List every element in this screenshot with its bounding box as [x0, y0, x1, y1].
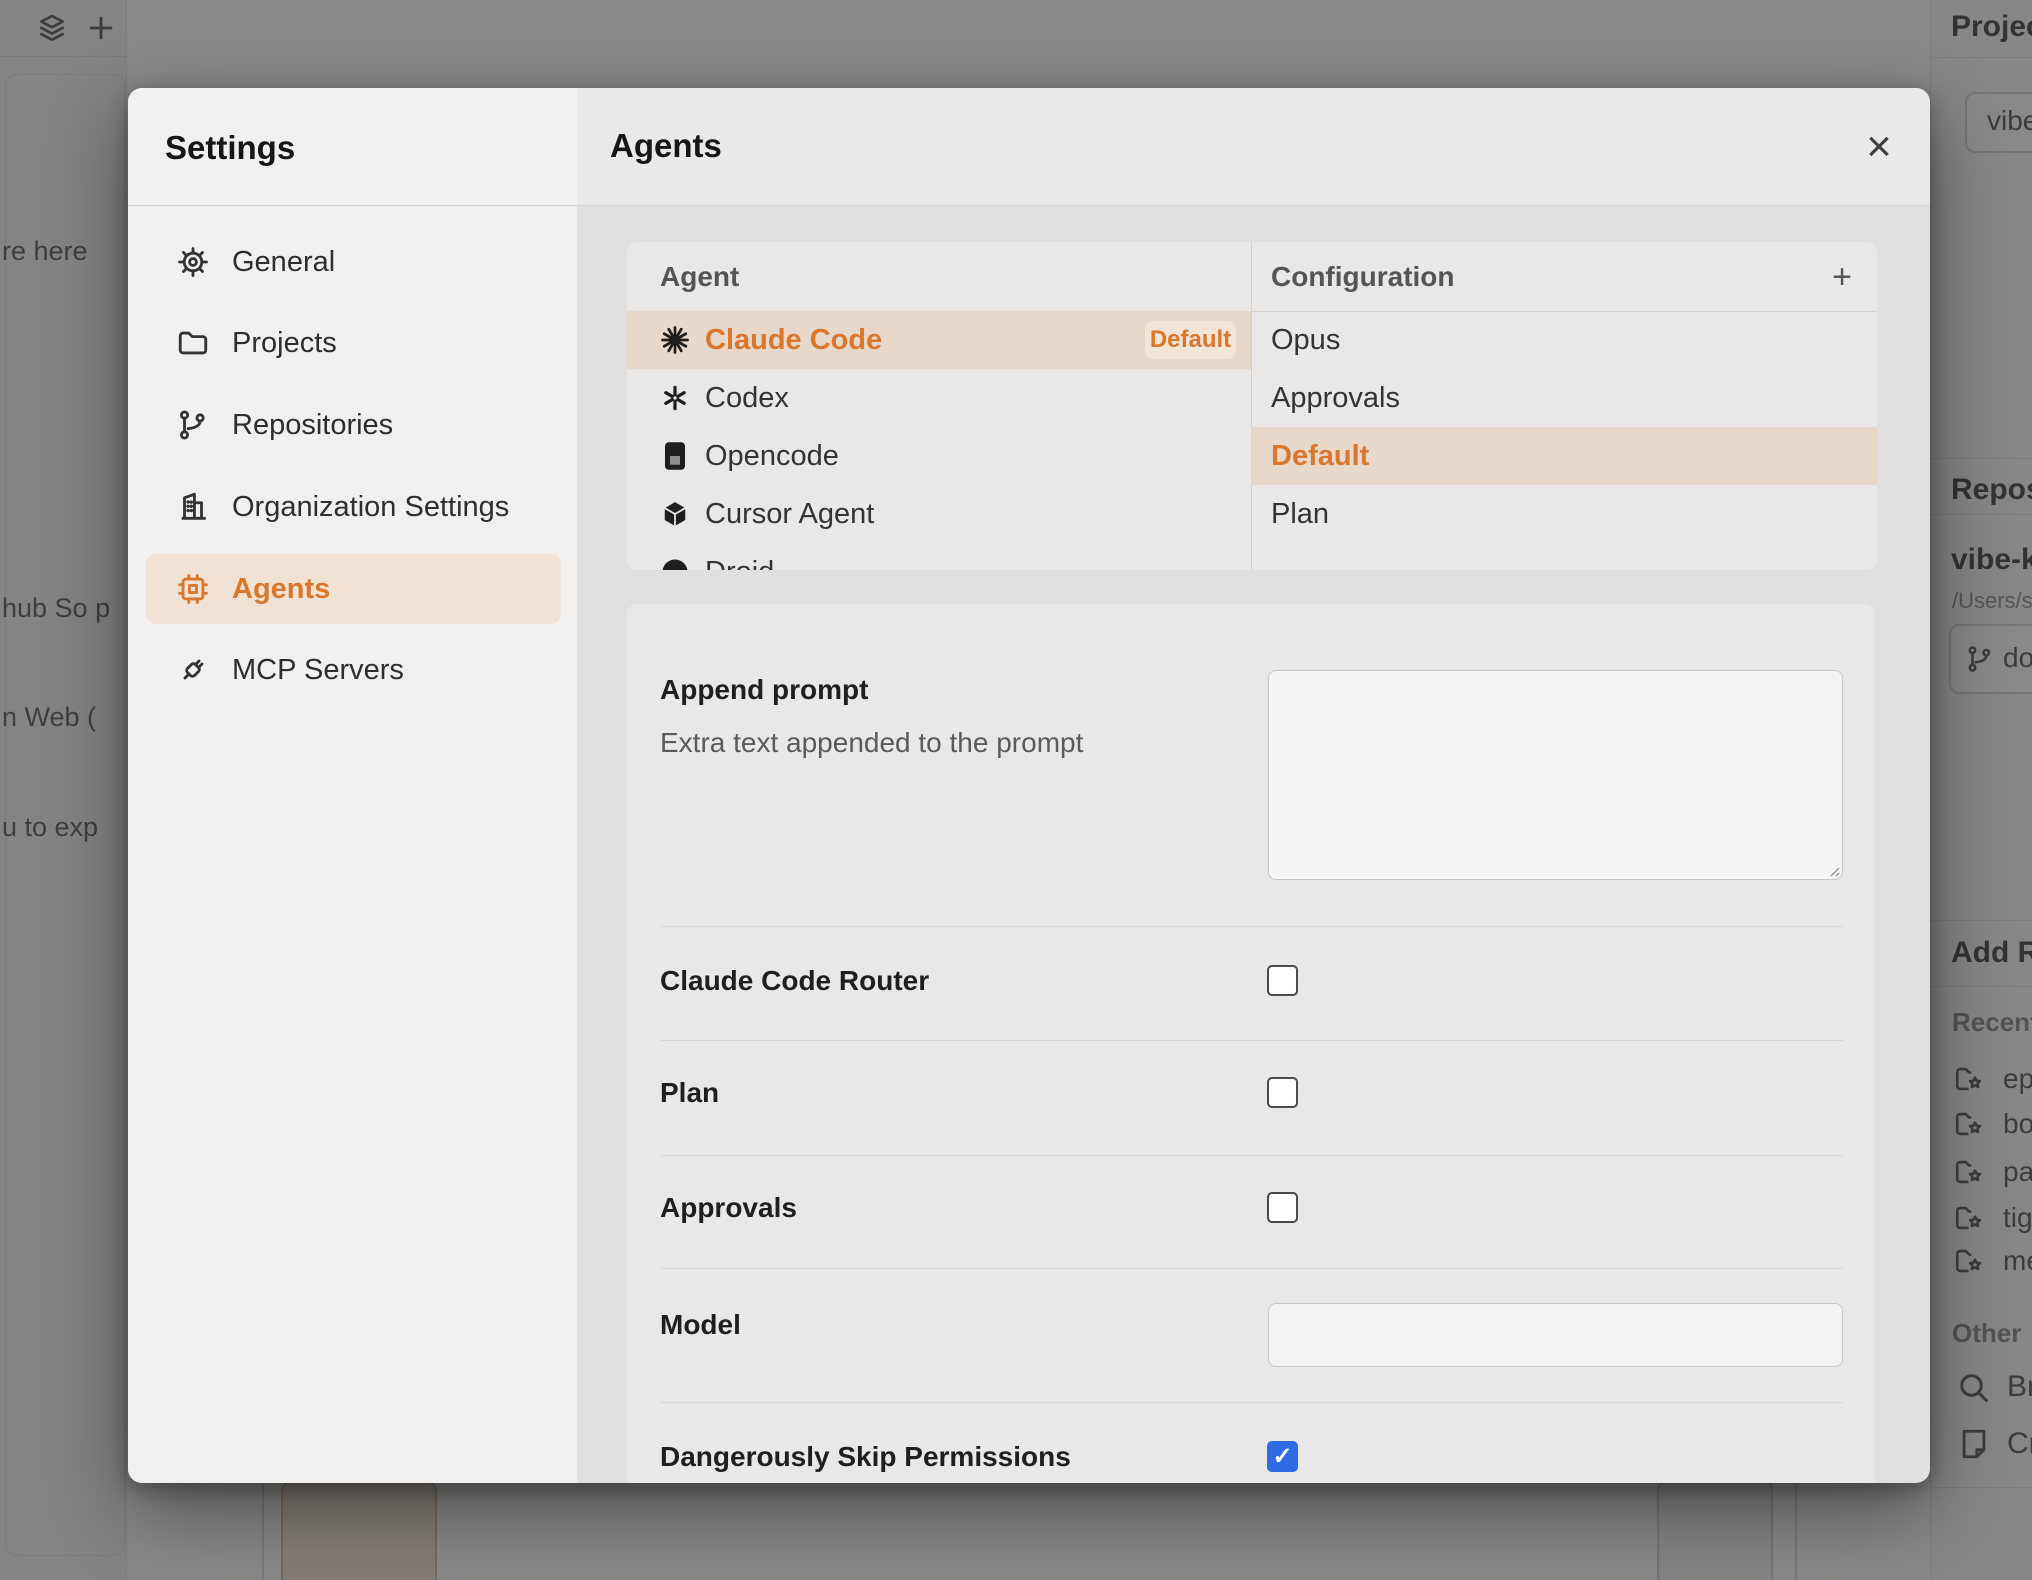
cpu-icon [176, 572, 210, 606]
form-divider [660, 1040, 1843, 1041]
settings-title: Settings [165, 118, 295, 178]
append-prompt-label: Append prompt [660, 670, 868, 710]
config-name: Plan [1271, 498, 1329, 531]
page-title: Agents [610, 116, 722, 176]
form-divider [660, 926, 1843, 927]
agent-column-header: Agent [660, 242, 739, 311]
sidebar-item-label: Organization Settings [232, 491, 509, 524]
folder-icon [176, 326, 210, 360]
default-badge: Default [1145, 321, 1236, 359]
opencode-logo-icon [662, 441, 688, 471]
sidebar-item-label: MCP Servers [232, 654, 404, 687]
config-name: Approvals [1271, 382, 1400, 415]
plug-icon [176, 653, 210, 687]
agent-name: Droid [705, 556, 774, 571]
sidebar-item-label: Repositories [232, 409, 393, 442]
agent-row-cursor-agent[interactable]: Cursor Agent [627, 485, 1251, 543]
skip-permissions-label: Dangerously Skip Permissions [660, 1437, 1071, 1477]
modal-header: Agents × [577, 88, 1930, 205]
claude-code-router-label: Claude Code Router [660, 961, 929, 1001]
config-column-header: Configuration [1271, 242, 1455, 311]
append-prompt-textarea[interactable] [1268, 670, 1843, 880]
sidebar-item-projects[interactable]: Projects [146, 308, 561, 378]
building-icon [176, 490, 210, 524]
claude-starburst-icon [660, 325, 690, 355]
agent-name: Opencode [705, 440, 839, 473]
sidebar-item-agents[interactable]: Agents [146, 554, 561, 624]
agents-table: Agent Configuration + Claude Code Defaul… [627, 242, 1877, 570]
agent-row-opencode[interactable]: Opencode [627, 427, 1251, 485]
agent-name: Claude Code [705, 324, 882, 357]
sidebar-item-label: General [232, 246, 335, 279]
screen: re here hub So p n Web ( u to exp Descri… [0, 0, 2032, 1580]
sidebar-item-label: Agents [232, 573, 330, 606]
approvals-label: Approvals [660, 1188, 797, 1228]
form-divider [660, 1268, 1843, 1269]
agent-row-claude-code[interactable]: Claude Code Default [627, 311, 1251, 369]
agent-row-codex[interactable]: Codex [627, 369, 1251, 427]
config-form: Append prompt Extra text appended to the… [627, 604, 1875, 1483]
approvals-checkbox[interactable] [1267, 1192, 1298, 1223]
openai-logo-icon [660, 383, 690, 413]
sidebar-item-repositories[interactable]: Repositories [146, 390, 561, 460]
sidebar-item-label: Projects [232, 327, 337, 360]
resize-grip-icon[interactable] [1825, 862, 1869, 1483]
sidebar-item-organization-settings[interactable]: Organization Settings [146, 472, 561, 542]
config-row-plan[interactable]: Plan [1251, 485, 1877, 543]
git-branch-icon [176, 408, 210, 442]
config-row-approvals[interactable]: Approvals [1251, 369, 1877, 427]
gear-icon [176, 245, 210, 279]
model-label: Model [660, 1305, 741, 1345]
config-row-opus[interactable]: Opus [1251, 311, 1877, 369]
plan-checkbox[interactable] [1267, 1077, 1298, 1108]
agent-name: Cursor Agent [705, 498, 874, 531]
config-row-default[interactable]: Default [1251, 427, 1877, 485]
close-icon[interactable]: × [1849, 117, 1909, 177]
settings-sidebar: Settings General Projects [128, 88, 577, 1483]
skip-permissions-checkbox[interactable]: ✓ [1267, 1441, 1298, 1472]
model-input[interactable] [1268, 1303, 1843, 1367]
add-configuration-button[interactable]: + [1817, 252, 1867, 302]
claude-code-router-checkbox[interactable] [1267, 965, 1298, 996]
cursor-logo-icon [660, 499, 690, 529]
header-divider [128, 205, 1930, 206]
sidebar-item-mcp-servers[interactable]: MCP Servers [146, 635, 561, 705]
settings-modal: Settings General Projects [128, 88, 1930, 1483]
config-name: Default [1271, 440, 1369, 473]
plan-label: Plan [660, 1073, 719, 1113]
sidebar-item-general[interactable]: General [146, 227, 561, 297]
droid-logo-icon [660, 557, 690, 570]
form-divider [660, 1155, 1843, 1156]
agent-name: Codex [705, 382, 789, 415]
form-divider [660, 1402, 1843, 1403]
config-name: Opus [1271, 324, 1340, 357]
agent-row-droid[interactable]: Droid [627, 543, 1251, 570]
append-prompt-description: Extra text appended to the prompt [660, 723, 1083, 763]
